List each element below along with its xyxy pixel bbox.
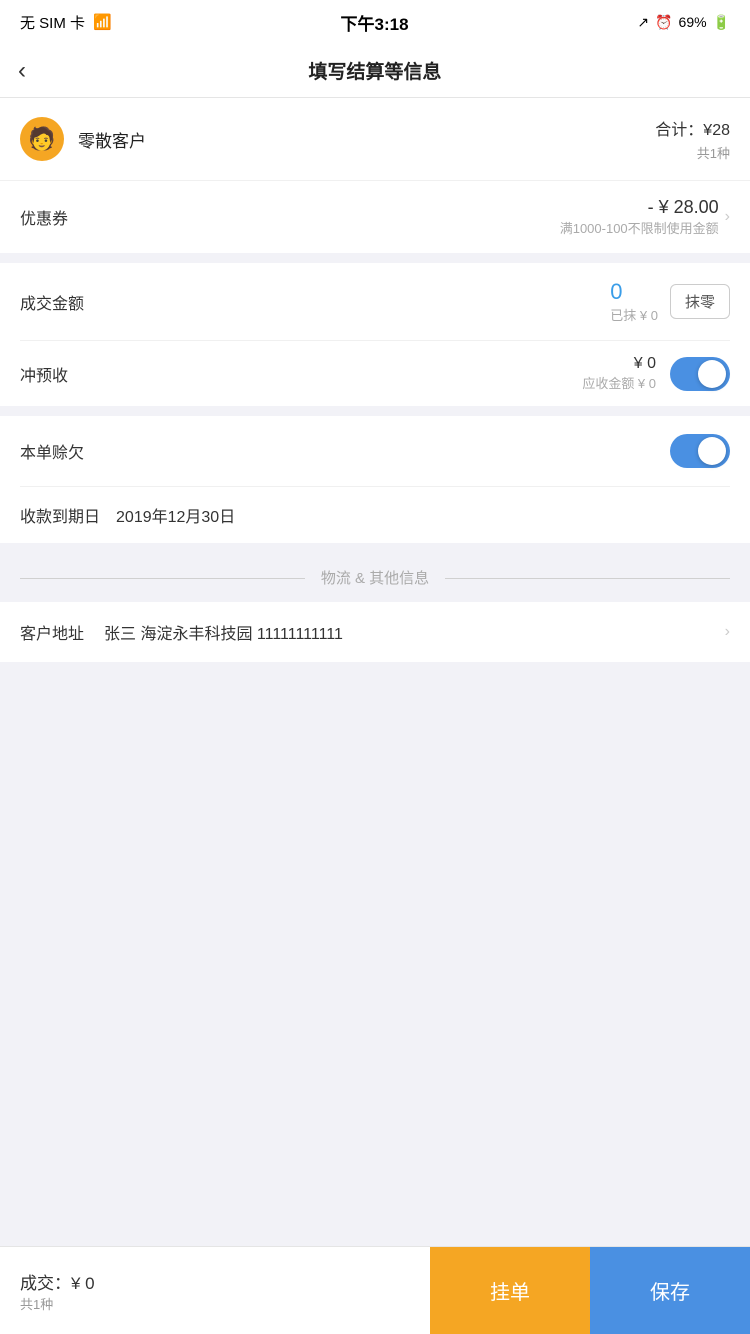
avatar: 🧑 (20, 117, 64, 161)
prepay-right: ¥ 0 应收金额 ¥ 0 (582, 355, 730, 392)
transaction-amount-info: 0 已抹 ¥ 0 (610, 279, 658, 324)
debt-label: 本单赊欠 (20, 439, 84, 463)
bottom-bar: 成交：¥ 0 共1种 挂单 保存 (0, 1246, 750, 1334)
transaction-amount-label: 成交金额 (20, 290, 84, 314)
total-count: 共1种 (655, 143, 730, 162)
debt-toggle[interactable] (670, 434, 730, 468)
no-sim-text: 无 SIM 卡 (20, 12, 85, 33)
total-amount: 合计：¥28 (655, 116, 730, 140)
location-icon: ↗ (637, 14, 649, 31)
transaction-amount-sub: 已抹 ¥ 0 (610, 305, 658, 324)
prepay-toggle[interactable] (670, 357, 730, 391)
chevron-right-icon: › (725, 208, 730, 226)
deal-text: 成交： (20, 1274, 71, 1293)
transaction-amount-value: 0 (610, 279, 658, 305)
coupon-sub-text: 满1000-100不限制使用金额 (560, 218, 719, 237)
battery-text: 69% (679, 14, 707, 30)
coupon-label: 优惠券 (20, 205, 68, 229)
deal-amount: ¥ 0 (71, 1274, 95, 1293)
coupon-discount: - ¥ 28.00 (560, 197, 719, 218)
customer-name: 零散客户 (78, 127, 146, 152)
coupon-right: - ¥ 28.00 满1000-100不限制使用金额 › (560, 197, 730, 237)
prepay-main-amount: ¥ 0 (582, 355, 656, 373)
transaction-section: 成交金额 0 已抹 ¥ 0 抹零 冲预收 ¥ 0 应收金额 ¥ 0 (0, 263, 750, 406)
customer-left: 🧑 零散客户 (20, 117, 146, 161)
bottom-count: 共1种 (20, 1294, 410, 1313)
address-value: 张三 海淀永丰科技园 11111111111 (104, 620, 725, 644)
customer-right: 合计：¥28 共1种 (655, 116, 730, 162)
customer-card: 🧑 零散客户 合计：¥28 共1种 优惠券 - ¥ 28.00 满1000-10… (0, 98, 750, 253)
status-bar: 无 SIM 卡 📶 下午3:18 ↗ ⏰ 69% 🔋 (0, 0, 750, 44)
toggle-knob (698, 360, 726, 388)
debt-row: 本单赊欠 (20, 416, 730, 486)
main-content: 🧑 零散客户 合计：¥28 共1种 优惠券 - ¥ 28.00 满1000-10… (0, 98, 750, 762)
transaction-amount-right: 0 已抹 ¥ 0 抹零 (610, 279, 730, 324)
divider-text: 物流 & 其他信息 (305, 570, 445, 587)
address-chevron-icon: › (725, 623, 730, 641)
alarm-icon: ⏰ (655, 14, 672, 31)
status-left: 无 SIM 卡 📶 (20, 12, 112, 33)
address-label: 客户地址 (20, 620, 84, 644)
save-button[interactable]: 保存 (590, 1247, 750, 1334)
prepay-row: 冲预收 ¥ 0 应收金额 ¥ 0 (20, 341, 730, 406)
battery-icon: 🔋 (713, 14, 730, 31)
divider-section: 物流 & 其他信息 (0, 553, 750, 602)
status-time: 下午3:18 (341, 10, 409, 35)
prepay-sub-amount: 应收金额 ¥ 0 (582, 373, 656, 392)
avatar-icon: 🧑 (28, 126, 55, 152)
bottom-summary: 成交：¥ 0 共1种 (0, 1269, 430, 1313)
page-title: 填写结算等信息 (308, 57, 441, 84)
status-right: ↗ ⏰ 69% 🔋 (637, 14, 730, 31)
hang-button[interactable]: 挂单 (430, 1247, 590, 1334)
back-button[interactable]: ‹ (18, 57, 26, 85)
bottom-deal-label: 成交：¥ 0 (20, 1269, 410, 1294)
transaction-amount-row: 成交金额 0 已抹 ¥ 0 抹零 (20, 263, 730, 341)
due-date-label: 收款到期日 (20, 503, 100, 527)
rounding-button[interactable]: 抹零 (670, 284, 730, 319)
coupon-info: - ¥ 28.00 满1000-100不限制使用金额 (560, 197, 719, 237)
address-section: 客户地址 张三 海淀永丰科技园 11111111111 › (0, 602, 750, 662)
wifi-icon: 📶 (93, 13, 112, 31)
prepay-label: 冲预收 (20, 362, 68, 386)
coupon-row[interactable]: 优惠券 - ¥ 28.00 满1000-100不限制使用金额 › (0, 180, 750, 253)
debt-toggle-knob (698, 437, 726, 465)
customer-row: 🧑 零散客户 合计：¥28 共1种 (0, 98, 750, 180)
due-date-value: 2019年12月30日 (116, 503, 235, 527)
prepay-amounts: ¥ 0 应收金额 ¥ 0 (582, 355, 656, 392)
address-row[interactable]: 客户地址 张三 海淀永丰科技园 11111111111 › (20, 602, 730, 662)
due-date-row: 收款到期日 2019年12月30日 (20, 486, 730, 543)
nav-bar: ‹ 填写结算等信息 (0, 44, 750, 98)
debt-section: 本单赊欠 收款到期日 2019年12月30日 (0, 416, 750, 543)
